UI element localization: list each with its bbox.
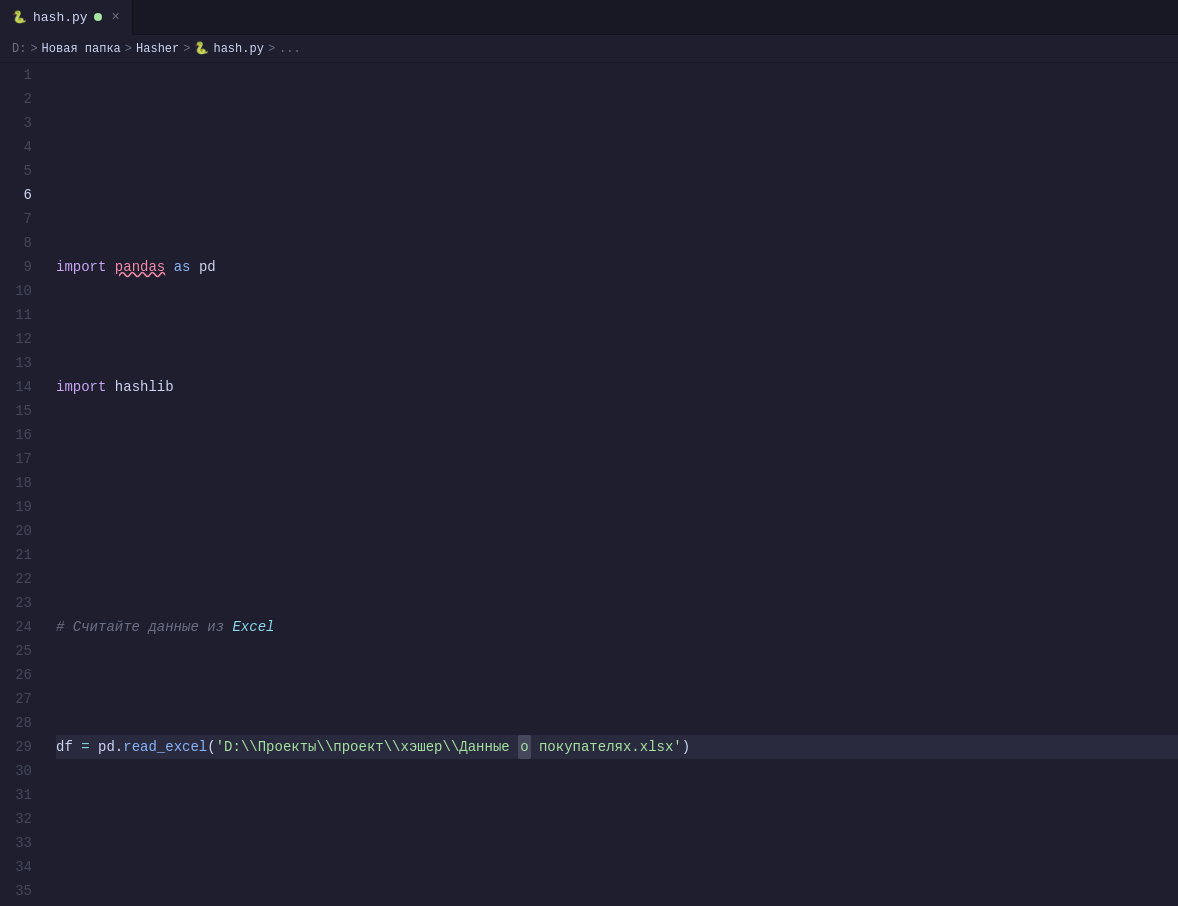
ln-20: 20 bbox=[12, 519, 32, 543]
ln-28: 28 bbox=[12, 711, 32, 735]
sep4: > bbox=[268, 42, 275, 56]
ln-3: 3 bbox=[12, 111, 32, 135]
code-area[interactable]: 1 2 3 4 5 6 7 8 9 10 11 12 13 14 15 16 1… bbox=[0, 63, 1178, 906]
ln-1: 1 bbox=[12, 63, 32, 87]
ln-32: 32 bbox=[12, 807, 32, 831]
ln-30: 30 bbox=[12, 759, 32, 783]
ln-9: 9 bbox=[12, 255, 32, 279]
ln-6: 6 bbox=[12, 183, 32, 207]
ln-31: 31 bbox=[12, 783, 32, 807]
ln-22: 22 bbox=[12, 567, 32, 591]
code-content[interactable]: import pandas as pd import hashlib # Счи… bbox=[48, 63, 1178, 906]
ln-5: 5 bbox=[12, 159, 32, 183]
ln-8: 8 bbox=[12, 231, 32, 255]
ln-10: 10 bbox=[12, 279, 32, 303]
tab-bar: 🐍 hash.py × bbox=[0, 0, 1178, 35]
editor: 1 2 3 4 5 6 7 8 9 10 11 12 13 14 15 16 1… bbox=[0, 63, 1178, 906]
breadcrumb-filename[interactable]: hash.py bbox=[213, 42, 263, 56]
code-line-3: import hashlib bbox=[56, 375, 1178, 399]
breadcrumb-folder1[interactable]: Новая папка bbox=[42, 42, 121, 56]
sep1: > bbox=[30, 42, 37, 56]
breadcrumb-d: D: bbox=[12, 42, 26, 56]
tab-close-button[interactable]: × bbox=[112, 9, 120, 25]
breadcrumb-folder2[interactable]: Hasher bbox=[136, 42, 179, 56]
ln-19: 19 bbox=[12, 495, 32, 519]
ln-17: 17 bbox=[12, 447, 32, 471]
ln-12: 12 bbox=[12, 327, 32, 351]
breadcrumb-file-icon: 🐍 bbox=[194, 41, 209, 56]
breadcrumb: D: > Новая папка > Hasher > 🐍 hash.py > … bbox=[0, 35, 1178, 63]
ln-11: 11 bbox=[12, 303, 32, 327]
code-line-4 bbox=[56, 495, 1178, 519]
code-line-1 bbox=[56, 135, 1178, 159]
ln-34: 34 bbox=[12, 855, 32, 879]
code-line-7 bbox=[56, 855, 1178, 879]
ln-27: 27 bbox=[12, 687, 32, 711]
ln-16: 16 bbox=[12, 423, 32, 447]
breadcrumb-ellipsis: ... bbox=[279, 42, 301, 56]
line-numbers: 1 2 3 4 5 6 7 8 9 10 11 12 13 14 15 16 1… bbox=[0, 63, 48, 906]
code-line-2: import pandas as pd bbox=[56, 255, 1178, 279]
sep2: > bbox=[125, 42, 132, 56]
sep3: > bbox=[183, 42, 190, 56]
ln-13: 13 bbox=[12, 351, 32, 375]
file-icon: 🐍 bbox=[12, 10, 27, 25]
modified-indicator bbox=[94, 13, 102, 21]
tab-filename: hash.py bbox=[33, 10, 88, 25]
ln-21: 21 bbox=[12, 543, 32, 567]
ln-18: 18 bbox=[12, 471, 32, 495]
ln-24: 24 bbox=[12, 615, 32, 639]
ln-14: 14 bbox=[12, 375, 32, 399]
ln-33: 33 bbox=[12, 831, 32, 855]
ln-26: 26 bbox=[12, 663, 32, 687]
ln-35: 35 bbox=[12, 879, 32, 903]
code-line-5: # Считайте данные из Excel bbox=[56, 615, 1178, 639]
code-line-6: df = pd.read_excel('D:\\Проекты\\проект\… bbox=[56, 735, 1178, 759]
ln-15: 15 bbox=[12, 399, 32, 423]
tab-hash-py[interactable]: 🐍 hash.py × bbox=[0, 0, 133, 35]
ln-29: 29 bbox=[12, 735, 32, 759]
ln-2: 2 bbox=[12, 87, 32, 111]
ln-25: 25 bbox=[12, 639, 32, 663]
ln-7: 7 bbox=[12, 207, 32, 231]
ln-23: 23 bbox=[12, 591, 32, 615]
ln-4: 4 bbox=[12, 135, 32, 159]
